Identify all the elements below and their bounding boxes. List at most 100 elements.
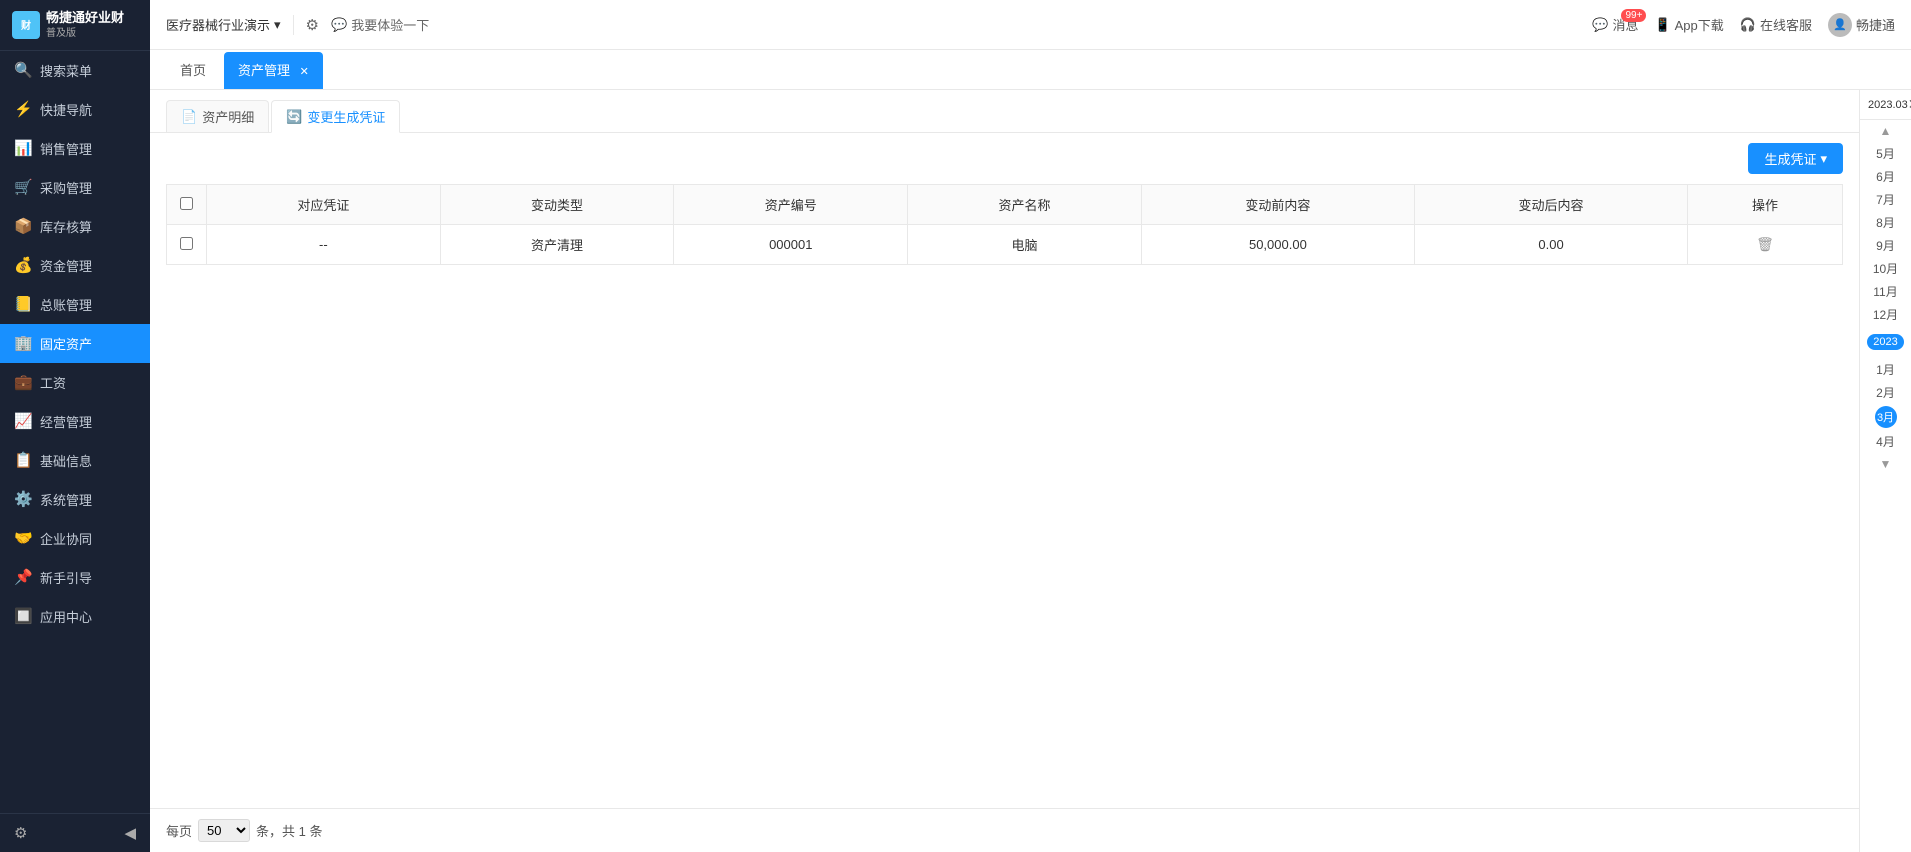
sidebar-item-label: 固定资产: [40, 334, 92, 353]
app-download-icon: 📱: [1654, 17, 1670, 33]
timeline-down-arrow[interactable]: ▼: [1860, 453, 1911, 475]
sidebar-item-label: 采购管理: [40, 178, 92, 197]
right-panel: 2023.03 ✕ ⛶ ▲ 5月 6月 7月 8月 9月 10月 11月 12月: [1859, 90, 1911, 852]
row-voucher: --: [207, 225, 441, 265]
sidebar-item-assets[interactable]: 🏢固定资产: [0, 324, 150, 363]
sidebar-item-label: 总账管理: [40, 295, 92, 314]
month-2023-1[interactable]: 1月: [1860, 358, 1911, 381]
table-header-checkbox: [167, 185, 207, 225]
sidebar-item-label: 搜索菜单: [40, 61, 92, 80]
change-voucher-tab-label: 变更生成凭证: [307, 107, 385, 126]
tab-assets[interactable]: 资产管理 ✕: [224, 52, 323, 89]
month-2023-3[interactable]: 3月: [1875, 406, 1897, 428]
nav-tabs: 首页 资产管理 ✕: [150, 50, 1911, 90]
sidebar-item-label: 经营管理: [40, 412, 92, 431]
feedback-button[interactable]: 💬 我要体验一下: [331, 15, 429, 34]
table-wrapper: 对应凭证 变动类型 资产编号 资产名称 变动前内容 变动后内容 操作: [150, 184, 1859, 808]
inventory-icon: 📦: [14, 217, 32, 235]
assets-table: 对应凭证 变动类型 资产编号 资产名称 变动前内容 变动后内容 操作: [166, 184, 1843, 265]
col-asset-name: 资产名称: [908, 185, 1142, 225]
settings-icon[interactable]: ⚙: [14, 824, 27, 842]
funds-icon: 💰: [14, 256, 32, 274]
sidebar-item-apps[interactable]: 🔲应用中心: [0, 597, 150, 636]
sidebar-item-system[interactable]: ⚙️ 系统管理: [0, 480, 150, 519]
content-main: 📄 资产明细 🔄 变更生成凭证 生成凭证 ▾: [150, 90, 1859, 852]
feedback-label: 我要体验一下: [351, 15, 429, 34]
app-download-button[interactable]: 📱 App下载: [1654, 15, 1723, 34]
month-2023-4[interactable]: 4月: [1860, 430, 1911, 453]
system-icon: ⚙️: [14, 490, 32, 508]
tab-home[interactable]: 首页: [166, 52, 220, 89]
settings-gear-icon[interactable]: ⚙: [306, 16, 319, 34]
sidebar-item-inventory[interactable]: 📦 库存核算: [0, 207, 150, 246]
per-page-select[interactable]: 50 10 20 100: [198, 819, 250, 842]
company-name: 医疗器械行业演示: [166, 15, 270, 34]
user-menu[interactable]: 👤 畅捷通: [1828, 13, 1895, 37]
month-6[interactable]: 6月: [1860, 165, 1911, 188]
sidebar-item-collab[interactable]: 🤝企业协同: [0, 519, 150, 558]
sidebar-item-label: 销售管理: [40, 139, 92, 158]
sidebar: 财 畅捷通好业财 普及版 🔍搜索菜单⚡快捷导航📊销售管理🛒采购管理📦库存核算💰资…: [0, 0, 150, 852]
payroll-icon: 💼: [14, 373, 32, 391]
detail-tab-label: 资产明细: [202, 107, 254, 126]
collapse-icon[interactable]: ◀: [124, 824, 136, 842]
month-2023-2[interactable]: 2月: [1860, 381, 1911, 404]
search-icon: 🔍: [14, 61, 32, 79]
delete-row-icon[interactable]: 🗑: [1756, 236, 1774, 252]
year-2023-badge[interactable]: 2023: [1867, 334, 1903, 350]
table-row: -- 资产清理 000001 电脑 50,000.00 0.00 🗑: [167, 225, 1843, 265]
row-before-change: 50,000.00: [1141, 225, 1414, 265]
month-8[interactable]: 8月: [1860, 211, 1911, 234]
topbar-divider: [293, 15, 294, 35]
main-area: 医疗器械行业演示 ▾ ⚙ 💬 我要体验一下 💬 消息 99+ 📱 App下载 🎧…: [150, 0, 1911, 852]
sidebar-item-sales[interactable]: 📊 销售管理: [0, 129, 150, 168]
generate-voucher-label: 生成凭证: [1764, 149, 1816, 168]
ops-icon: 📈: [14, 412, 32, 430]
sub-tab-change-voucher[interactable]: 🔄 变更生成凭证: [271, 100, 400, 133]
username: 畅捷通: [1856, 15, 1895, 34]
select-all-checkbox[interactable]: [180, 197, 193, 210]
purchase-icon: 🛒: [14, 178, 32, 196]
change-voucher-tab-icon: 🔄: [286, 109, 302, 125]
sidebar-item-search[interactable]: 🔍 搜索菜单: [0, 51, 150, 90]
month-5[interactable]: 5月: [1860, 142, 1911, 165]
sidebar-item-quicknav[interactable]: ⚡快捷导航: [0, 90, 150, 129]
month-11[interactable]: 11月: [1860, 280, 1911, 303]
sidebar-item-basic[interactable]: 📋基础信息: [0, 441, 150, 480]
sidebar-item-ledger[interactable]: 📒总账管理: [0, 285, 150, 324]
headset-icon: 🎧: [1740, 17, 1756, 33]
sidebar-item-label: 库存核算: [40, 217, 92, 236]
guide-icon: 📌: [14, 568, 32, 586]
sub-tab-detail[interactable]: 📄 资产明细: [166, 100, 269, 132]
col-after-change: 变动后内容: [1414, 185, 1687, 225]
message-icon: 💬: [1592, 17, 1608, 33]
month-7[interactable]: 7月: [1860, 188, 1911, 211]
company-selector[interactable]: 医疗器械行业演示 ▾: [166, 15, 281, 34]
sidebar-item-label: 系统管理: [40, 490, 92, 509]
content-area: 📄 资产明细 🔄 变更生成凭证 生成凭证 ▾: [150, 90, 1911, 852]
month-9[interactable]: 9月: [1860, 234, 1911, 257]
tab-close-icon[interactable]: ✕: [300, 66, 309, 78]
message-button[interactable]: 💬 消息 99+: [1592, 15, 1638, 34]
sidebar-item-funds[interactable]: 💰 资金管理: [0, 246, 150, 285]
row-checkbox[interactable]: [180, 237, 193, 250]
sidebar-item-label: 资金管理: [40, 256, 92, 275]
sidebar-item-guide[interactable]: 📌新手引导: [0, 558, 150, 597]
month-10[interactable]: 10月: [1860, 257, 1911, 280]
sidebar-footer: ⚙ ◀: [0, 813, 150, 852]
sidebar-item-label: 企业协同: [40, 529, 92, 548]
sidebar-item-label: 快捷导航: [40, 100, 92, 119]
sidebar-item-payroll[interactable]: 💼工资: [0, 363, 150, 402]
col-change-type: 变动类型: [440, 185, 674, 225]
timeline-up-arrow[interactable]: ▲: [1860, 120, 1911, 142]
generate-voucher-button[interactable]: 生成凭证 ▾: [1748, 143, 1843, 174]
month-12[interactable]: 12月: [1860, 303, 1911, 326]
sales-icon: 📊: [14, 139, 32, 157]
pagination: 每页 50 10 20 100 条，共 1 条: [150, 808, 1859, 852]
sidebar-item-purchase[interactable]: 🛒 采购管理: [0, 168, 150, 207]
sub-tabs: 📄 资产明细 🔄 变更生成凭证: [150, 90, 1859, 133]
sidebar-item-ops[interactable]: 📈 经营管理: [0, 402, 150, 441]
online-support-button[interactable]: 🎧 在线客服: [1740, 15, 1812, 34]
row-change-type: 资产清理: [440, 225, 674, 265]
avatar: 👤: [1828, 13, 1852, 37]
